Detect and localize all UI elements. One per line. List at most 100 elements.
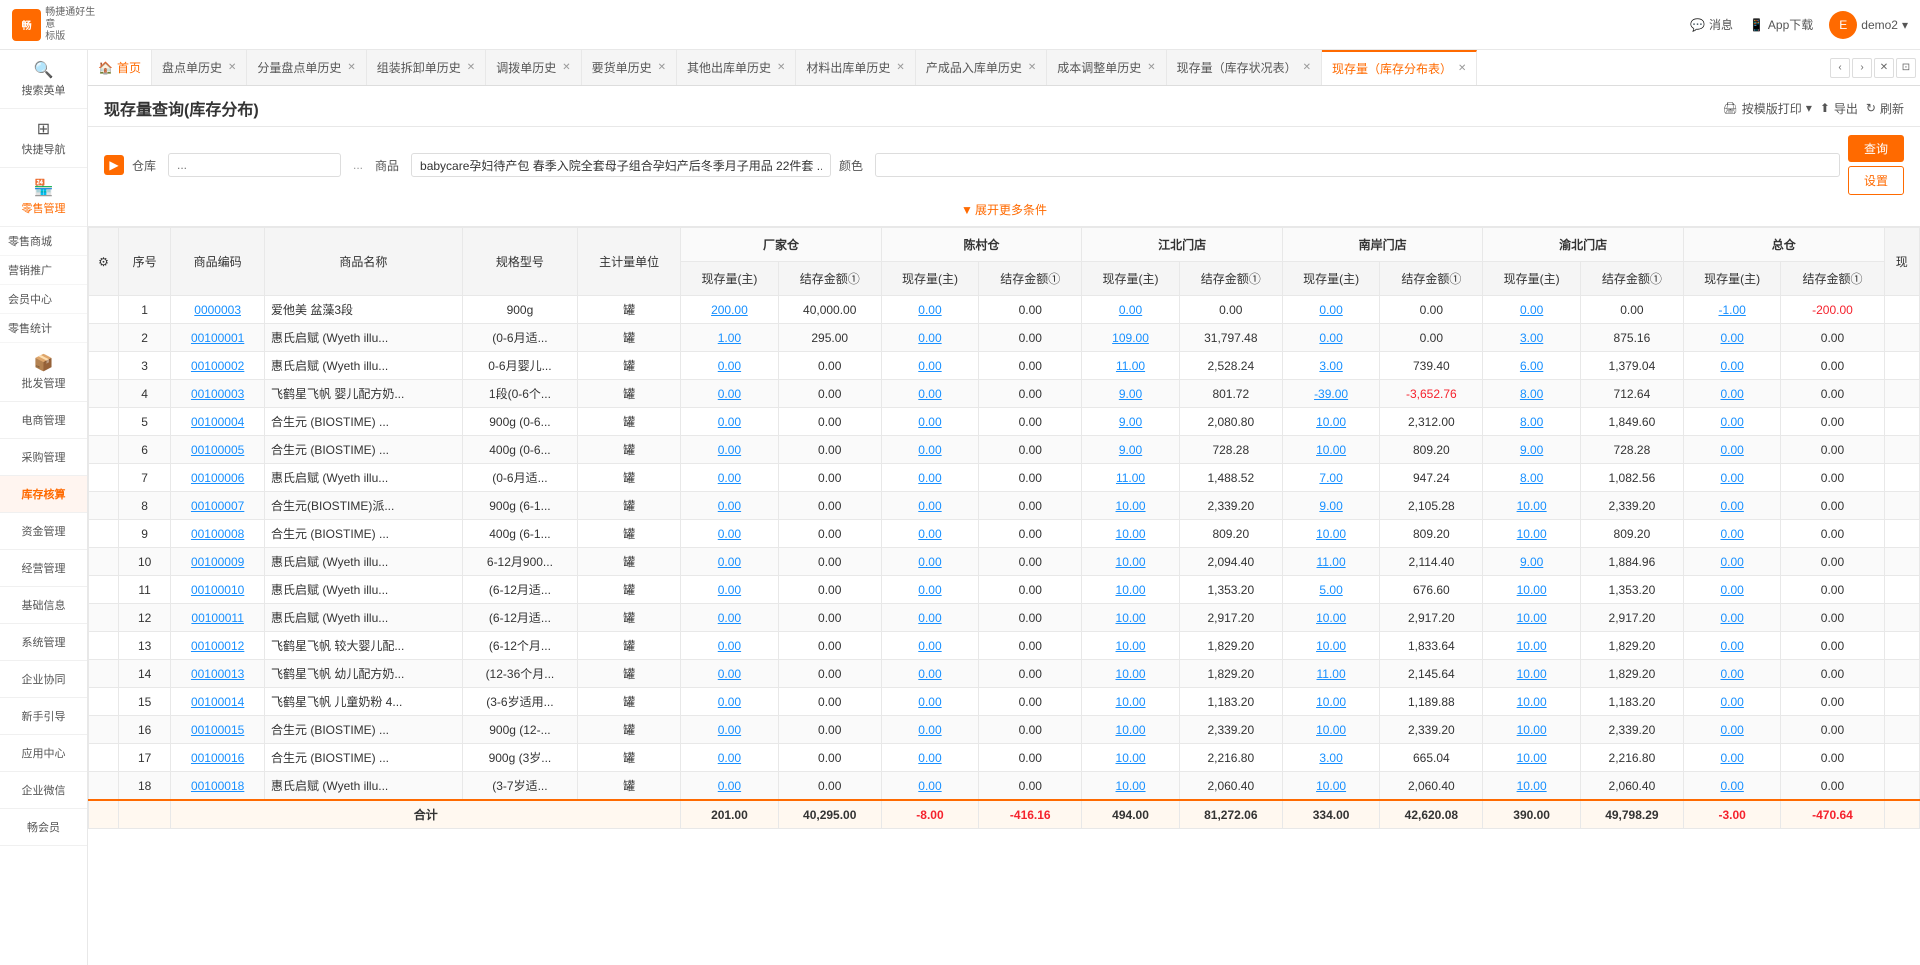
cell-factory-amt: 0.00 xyxy=(778,464,881,492)
sidebar-item-base[interactable]: 基础信息 xyxy=(0,587,87,624)
cell-jiangbei-qty: 11.00 xyxy=(1082,352,1179,380)
tab-close-btn[interactable]: ✕ xyxy=(1874,58,1894,78)
cell-spec: 400g (0-6... xyxy=(462,436,577,464)
cell-unit: 罐 xyxy=(578,688,681,716)
sidebar-item-wechat[interactable]: 企业微信 xyxy=(0,772,87,809)
warehouse-input[interactable] xyxy=(168,153,341,177)
expand-btn[interactable]: ▼ 展开更多条件 xyxy=(961,201,1047,218)
tab-next-btn[interactable]: › xyxy=(1852,58,1872,78)
tab-order[interactable]: 要货单历史 ✕ xyxy=(582,50,677,86)
print-btn[interactable]: 🖨 按模版打印 ▾ xyxy=(1723,100,1812,117)
cell-jiangbei-qty: 10.00 xyxy=(1082,604,1179,632)
tab-combo[interactable]: 组装拆卸单历史 ✕ xyxy=(367,50,486,86)
col-spec: 规格型号 xyxy=(462,228,577,296)
sidebar-item-purchase[interactable]: 采购管理 xyxy=(0,439,87,476)
cell-chen-qty: 0.00 xyxy=(881,576,978,604)
sidebar-item-inventory[interactable]: 库存核算 xyxy=(0,476,87,513)
product-input[interactable] xyxy=(411,153,831,177)
close-icon[interactable]: ✕ xyxy=(896,62,904,73)
table-row: 3 00100002 惠氏启赋 (Wyeth illu... 0-6月婴儿...… xyxy=(89,352,1920,380)
close-icon[interactable]: ✕ xyxy=(562,62,570,73)
cell-yubei-amt: 0.00 xyxy=(1580,296,1683,324)
sidebar-item-marketing[interactable]: 营销推广 xyxy=(0,256,87,285)
close-icon[interactable]: ✕ xyxy=(1458,63,1466,74)
tab-material[interactable]: 材料出库单历史 ✕ xyxy=(796,50,915,86)
refresh-btn[interactable]: ↻ 刷新 xyxy=(1866,100,1904,117)
sidebar-item-stats[interactable]: 零售统计 xyxy=(0,314,87,343)
cell-total-amt: 0.00 xyxy=(1781,548,1884,576)
sidebar-item-retail[interactable]: 🏪 零售管理 xyxy=(0,168,87,227)
cell-chen-qty: 0.00 xyxy=(881,660,978,688)
cell-yubei-amt: 712.64 xyxy=(1580,380,1683,408)
tab-prev-btn[interactable]: ‹ xyxy=(1830,58,1850,78)
close-icon[interactable]: ✕ xyxy=(1028,62,1036,73)
tab-part-count[interactable]: 分量盘点单历史 ✕ xyxy=(247,50,366,86)
cell-chen-qty: 0.00 xyxy=(881,380,978,408)
cell-factory-amt: 0.00 xyxy=(778,632,881,660)
user-menu[interactable]: E demo2 ▾ xyxy=(1829,11,1908,39)
sidebar-item-ecom[interactable]: 电商管理 xyxy=(0,402,87,439)
col-settings[interactable]: ⚙ xyxy=(89,228,119,296)
filter-row: ▶ 仓库 ... 商品 颜色 查询 设置 xyxy=(104,135,1904,195)
sidebar-item-apps[interactable]: 应用中心 xyxy=(0,735,87,772)
close-icon[interactable]: ✕ xyxy=(658,62,666,73)
cell-no: 10 xyxy=(119,548,171,576)
close-icon[interactable]: ✕ xyxy=(347,62,355,73)
search-button[interactable]: 查询 xyxy=(1848,135,1904,162)
tab-stock-status[interactable]: 现存量（库存状况表） ✕ xyxy=(1167,50,1322,86)
summary-total-amt: -470.64 xyxy=(1781,800,1884,829)
cell-yubei-amt: 1,379.04 xyxy=(1580,352,1683,380)
settings-button[interactable]: 设置 xyxy=(1848,166,1904,195)
wholesale-icon: 📦 xyxy=(4,353,83,373)
close-icon[interactable]: ✕ xyxy=(777,62,785,73)
tab-other-out[interactable]: 其他出库单历史 ✕ xyxy=(677,50,796,86)
close-icon[interactable]: ✕ xyxy=(228,62,236,73)
cell-total-amt: 0.00 xyxy=(1781,632,1884,660)
cell-nanan-qty: -39.00 xyxy=(1282,380,1379,408)
close-icon[interactable]: ✕ xyxy=(467,62,475,73)
sidebar-item-collab[interactable]: 企业协同 xyxy=(0,661,87,698)
cell-code: 00100003 xyxy=(171,380,265,408)
sidebar-item-wholesale[interactable]: 📦 批发管理 xyxy=(0,343,87,402)
sidebar-item-search[interactable]: 🔍 搜索英单 xyxy=(0,50,87,109)
sidebar-item-system[interactable]: 系统管理 xyxy=(0,624,87,661)
col-factory-qty: 现存量(主) xyxy=(681,262,778,296)
cell-yubei-amt: 1,884.96 xyxy=(1580,548,1683,576)
toggle-arrow[interactable]: ▶ xyxy=(104,155,124,175)
cell-settings xyxy=(89,604,119,632)
sidebar-item-finance[interactable]: 资金管理 xyxy=(0,513,87,550)
summary-row: 合计 201.00 40,295.00 -8.00 -416.16 494.00… xyxy=(89,800,1920,829)
cell-chen-amt: 0.00 xyxy=(979,324,1082,352)
export-btn[interactable]: ⬆ 导出 xyxy=(1820,100,1858,117)
warehouse-ellipsis[interactable]: ... xyxy=(349,158,367,172)
sidebar-item-nav[interactable]: ⊞ 快捷导航 xyxy=(0,109,87,168)
tab-expand-btn[interactable]: ⊡ xyxy=(1896,58,1916,78)
tab-product-in[interactable]: 产成品入库单历史 ✕ xyxy=(916,50,1047,86)
cell-nanan-qty: 11.00 xyxy=(1282,548,1379,576)
tab-stock-dist[interactable]: 现存量（库存分布表） ✕ xyxy=(1322,50,1477,86)
cell-chen-amt: 0.00 xyxy=(979,492,1082,520)
sidebar-item-members[interactable]: 畅会员 xyxy=(0,809,87,846)
cell-factory-qty: 0.00 xyxy=(681,408,778,436)
sidebar-item-retail-shop[interactable]: 零售商城 xyxy=(0,227,87,256)
cell-factory-qty: 0.00 xyxy=(681,744,778,772)
cell-current xyxy=(1884,688,1920,716)
cell-nanan-amt: 2,145.64 xyxy=(1380,660,1483,688)
tab-home[interactable]: 🏠 首页 xyxy=(88,50,152,86)
close-icon[interactable]: ✕ xyxy=(1303,62,1311,73)
app-download-btn[interactable]: 📱 App下载 xyxy=(1749,16,1813,33)
cell-nanan-qty: 3.00 xyxy=(1282,352,1379,380)
close-icon[interactable]: ✕ xyxy=(1147,62,1155,73)
cell-chen-qty: 0.00 xyxy=(881,604,978,632)
message-btn[interactable]: 💬 消息 xyxy=(1690,16,1733,33)
cell-factory-amt: 0.00 xyxy=(778,716,881,744)
color-input[interactable] xyxy=(875,153,1840,177)
sidebar-item-ops[interactable]: 经营管理 xyxy=(0,550,87,587)
cell-spec: (0-6月适... xyxy=(462,464,577,492)
sidebar-item-member[interactable]: 会员中心 xyxy=(0,285,87,314)
sidebar-item-guide[interactable]: 新手引导 xyxy=(0,698,87,735)
tab-cost-adj[interactable]: 成本调整单历史 ✕ xyxy=(1047,50,1166,86)
tab-transfer[interactable]: 调拨单历史 ✕ xyxy=(486,50,581,86)
tab-count[interactable]: 盘点单历史 ✕ xyxy=(152,50,247,86)
cell-settings xyxy=(89,520,119,548)
